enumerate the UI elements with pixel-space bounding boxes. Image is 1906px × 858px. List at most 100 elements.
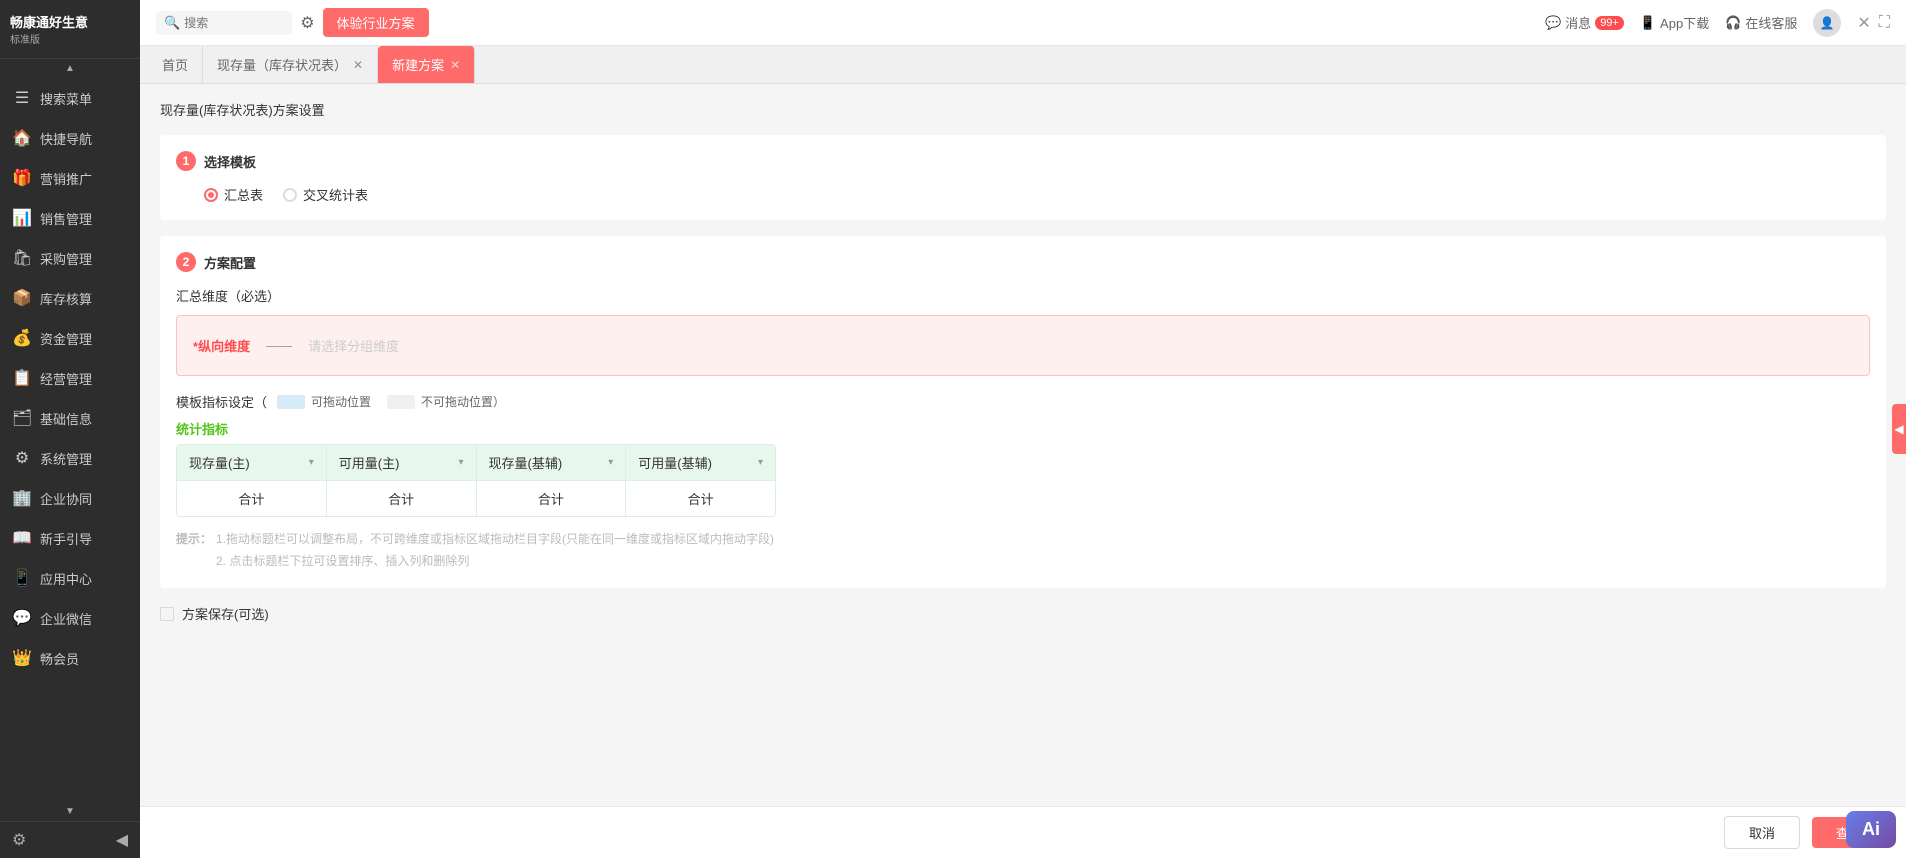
sidebar-item-label: 经营管理 [40, 369, 92, 388]
non-draggable-label: 不可拖动位置） [421, 393, 505, 410]
chevron-down-icon-0[interactable]: ▾ [309, 457, 314, 468]
legend-draggable: 可拖动位置 [277, 393, 371, 410]
sidebar-item-operations[interactable]: 📋 经营管理 [0, 358, 140, 398]
window-close-btn[interactable]: ✕ [1857, 13, 1870, 33]
tab-inventory-status[interactable]: 现存量（库存状况表） ✕ [203, 46, 378, 83]
chevron-down-icon-1[interactable]: ▾ [458, 457, 463, 468]
stats-col-2-header[interactable]: 现存量(基辅) ▾ [477, 445, 626, 481]
home-icon: 🏠 [12, 128, 32, 148]
sidebar-item-purchase[interactable]: 🛍 采购管理 [0, 238, 140, 278]
search-icon: 🔍 [164, 15, 180, 31]
sidebar-item-label: 快捷导航 [40, 129, 92, 148]
sidebar-item-system[interactable]: ⚙ 系统管理 [0, 438, 140, 478]
sidebar-item-enterprise[interactable]: 🏢 企业协同 [0, 478, 140, 518]
radio-cross-circle[interactable] [283, 188, 297, 202]
sidebar-item-label: 销售管理 [40, 209, 92, 228]
chart-icon: 📊 [12, 208, 32, 228]
stats-col-0-label: 现存量(主) [189, 453, 250, 472]
stats-col-1-label: 可用量(主) [339, 453, 400, 472]
legend-non-draggable: 不可拖动位置） [387, 393, 505, 410]
settings-icon[interactable]: ⚙ [12, 830, 26, 850]
search-menu-icon: ☰ [12, 88, 32, 108]
save-checkbox-row[interactable]: 方案保存(可选) [160, 604, 1886, 623]
online-service-btn[interactable]: 🎧 在线客服 [1725, 13, 1797, 32]
user-avatar-btn[interactable]: 👤 [1813, 9, 1841, 37]
search-input[interactable] [184, 16, 284, 30]
sidebar-item-quick-nav[interactable]: 🏠 快捷导航 [0, 118, 140, 158]
wechat-icon: 💬 [12, 608, 32, 628]
right-collapse-btn[interactable]: ◀ [1892, 404, 1906, 454]
message-badge: 99+ [1595, 16, 1624, 30]
bottom-bar: 取消 查询 [140, 806, 1906, 858]
radio-cross[interactable]: 交叉统计表 [283, 185, 368, 204]
stats-col-1-cell: 合计 [327, 481, 476, 516]
tab-home[interactable]: 首页 [148, 46, 203, 83]
stats-label: 统计指标 [176, 419, 1870, 438]
chevron-down-icon-3[interactable]: ▾ [758, 457, 763, 468]
main-area: 🔍 ⚙ 体验行业方案 💬 消息 99+ 📱 App下载 🎧 在线客服 👤 [140, 0, 1906, 858]
message-btn[interactable]: 💬 消息 99+ [1545, 13, 1624, 32]
step2-section: 2 方案配置 汇总维度（必选） *纵向维度 —— 请选择分组维度 模板指标设定（ [160, 236, 1886, 588]
ai-badge[interactable]: Ai [1846, 811, 1896, 848]
settings-btn[interactable]: ⚙ [300, 13, 314, 33]
tab-new-scheme-close[interactable]: ✕ [450, 58, 460, 72]
step2-number: 2 [176, 252, 196, 272]
sidebar-item-label: 基础信息 [40, 409, 92, 428]
industry-btn[interactable]: 体验行业方案 [323, 8, 429, 37]
stats-col-1-header[interactable]: 可用量(主) ▾ [327, 445, 476, 481]
sidebar-item-enterprise-wechat[interactable]: 💬 企业微信 [0, 598, 140, 638]
tab-bar: 首页 现存量（库存状况表） ✕ 新建方案 ✕ [140, 46, 1906, 84]
sidebar-item-member[interactable]: 👑 畅会员 [0, 638, 140, 678]
sidebar-scroll-down[interactable]: ▼ [0, 802, 140, 821]
stats-col-0: 现存量(主) ▾ 合计 [177, 445, 327, 516]
sidebar-item-marketing[interactable]: 🎁 营销推广 [0, 158, 140, 198]
stats-col-0-header[interactable]: 现存量(主) ▾ [177, 445, 326, 481]
window-expand-btn[interactable]: ⛶ [1879, 14, 1890, 32]
bag-icon: 🛍 [12, 248, 32, 268]
message-label: 消息 [1565, 13, 1591, 32]
sidebar-item-sales[interactable]: 📊 销售管理 [0, 198, 140, 238]
draggable-box [277, 395, 305, 409]
clipboard-icon: 📋 [12, 368, 32, 388]
gift-icon: 🎁 [12, 168, 32, 188]
stats-table: 现存量(主) ▾ 合计 可用量(主) ▾ 合计 [176, 444, 776, 517]
book-icon: 📖 [12, 528, 32, 548]
app-download-btn[interactable]: 📱 App下载 [1640, 13, 1709, 32]
dimension-required-label: *纵向维度 [193, 336, 250, 355]
sidebar-item-label: 库存核算 [40, 289, 92, 308]
non-draggable-box [387, 395, 415, 409]
collapse-sidebar-icon[interactable]: ◀ [116, 830, 128, 850]
radio-summary[interactable]: 汇总表 [204, 185, 263, 204]
tip2: 2. 点击标题栏下拉可设置排序、插入列和删除列 [216, 551, 1870, 573]
sidebar-item-inventory[interactable]: 📦 库存核算 [0, 278, 140, 318]
sidebar-item-finance[interactable]: 💰 资金管理 [0, 318, 140, 358]
stats-col-3-header[interactable]: 可用量(基辅) ▾ [626, 445, 775, 481]
dimension-box[interactable]: *纵向维度 —— 请选择分组维度 [176, 315, 1870, 376]
tab-new-scheme[interactable]: 新建方案 ✕ [378, 46, 475, 83]
radio-cross-label: 交叉统计表 [303, 185, 368, 204]
stats-col-3-label: 可用量(基辅) [638, 453, 712, 472]
save-checkbox[interactable] [160, 607, 174, 621]
topbar-left: 🔍 ⚙ 体验行业方案 [156, 8, 429, 37]
sidebar-item-search-menu[interactable]: ☰ 搜索菜单 [0, 78, 140, 118]
sidebar-item-basic-info[interactable]: 🗂 基础信息 [0, 398, 140, 438]
dim-placeholder: 请选择分组维度 [308, 336, 399, 355]
stats-col-3: 可用量(基辅) ▾ 合计 [626, 445, 775, 516]
money-icon: 💰 [12, 328, 32, 348]
sidebar-item-label: 营销推广 [40, 169, 92, 188]
cancel-button[interactable]: 取消 [1724, 816, 1800, 849]
sidebar-item-new-guide[interactable]: 📖 新手引导 [0, 518, 140, 558]
tips: 提示：1.拖动标题栏可以调整布局，不可跨维度或指标区域拖动栏目字段(只能在同一维… [176, 529, 1870, 572]
tab-home-label: 首页 [162, 55, 188, 74]
sidebar-item-app-center[interactable]: 📱 应用中心 [0, 558, 140, 598]
template-radio-group: 汇总表 交叉统计表 [204, 185, 1870, 204]
sidebar-item-label: 新手引导 [40, 529, 92, 548]
search-box[interactable]: 🔍 [156, 11, 292, 35]
sidebar-item-label: 搜索菜单 [40, 89, 92, 108]
tab-inventory-close[interactable]: ✕ [353, 58, 363, 72]
chevron-down-icon-2[interactable]: ▾ [608, 457, 613, 468]
radio-summary-circle[interactable] [204, 188, 218, 202]
sidebar-scroll-up[interactable]: ▲ [0, 59, 140, 78]
dimension-label: 汇总维度（必选） [176, 286, 1870, 305]
stats-col-3-cell: 合计 [626, 481, 775, 516]
